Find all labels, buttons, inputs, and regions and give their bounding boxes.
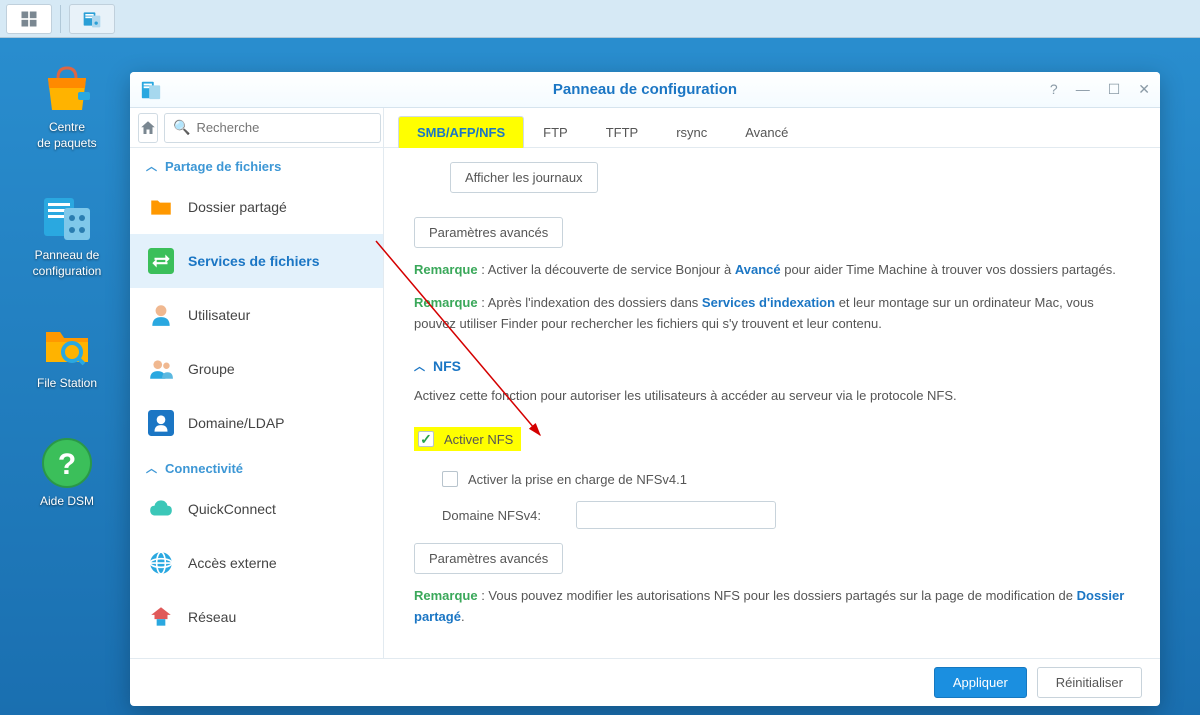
- domain-icon: [148, 410, 174, 436]
- taskbar-main-menu-button[interactable]: [6, 4, 52, 34]
- titlebar[interactable]: Panneau de configuration ? — ☐ ✕: [130, 72, 1160, 108]
- note-1: Remarque : Activer la découverte de serv…: [414, 260, 1130, 281]
- taskbar-control-panel-button[interactable]: [69, 4, 115, 34]
- sidebar-item-label: Groupe: [188, 361, 235, 377]
- enable-nfsv41-checkbox[interactable]: [442, 471, 458, 487]
- section-title: NFS: [433, 358, 461, 374]
- footer: Appliquer Réinitialiser: [130, 658, 1160, 706]
- search-input[interactable]: [196, 120, 372, 135]
- exchange-icon: [148, 248, 174, 274]
- control-panel-window: Panneau de configuration ? — ☐ ✕ 🔍 SMB/A…: [130, 72, 1160, 706]
- sidebar-item-label: Accès externe: [188, 555, 277, 571]
- nfsv4-domain-input[interactable]: [576, 501, 776, 529]
- help-icon: ?: [40, 436, 94, 490]
- minimize-button[interactable]: —: [1076, 81, 1090, 98]
- reset-button[interactable]: Réinitialiser: [1037, 667, 1142, 698]
- toolbar-left: 🔍: [130, 108, 384, 147]
- sidebar-item-label: Réseau: [188, 609, 236, 625]
- network-icon: [148, 604, 174, 630]
- tab-rsync[interactable]: rsync: [657, 116, 726, 148]
- advanced-settings-button-1[interactable]: Paramètres avancés: [414, 217, 563, 248]
- sidebar-item-dhcp-server[interactable]: Serveur DHCP: [130, 644, 383, 658]
- group-icon: [148, 356, 174, 382]
- apply-button[interactable]: Appliquer: [934, 667, 1027, 698]
- sidebar-item-file-services[interactable]: Services de fichiers: [130, 234, 383, 288]
- link-indexing[interactable]: Services d'indexation: [702, 295, 835, 310]
- nfsv4-domain-row: Domaine NFSv4:: [442, 501, 1130, 529]
- sidebar-section-connectivity[interactable]: ︿ Connectivité: [130, 450, 383, 482]
- cloud-icon: [148, 496, 174, 522]
- maximize-button[interactable]: ☐: [1108, 81, 1121, 98]
- note-label: Remarque: [414, 588, 478, 603]
- sidebar-item-network[interactable]: Réseau: [130, 590, 383, 644]
- sidebar-item-label: Utilisateur: [188, 307, 250, 323]
- enable-nfs-checkbox[interactable]: [418, 431, 434, 447]
- note-label: Remarque: [414, 262, 478, 277]
- taskbar-separator: [60, 5, 61, 33]
- control-panel-icon: [40, 190, 94, 244]
- show-logs-button[interactable]: Afficher les journaux: [450, 162, 598, 193]
- checkbox-label: Activer la prise en charge de NFSv4.1: [468, 472, 687, 487]
- enable-nfsv41-row: Activer la prise en charge de NFSv4.1: [442, 467, 1130, 491]
- chevron-up-icon: ︿: [414, 358, 425, 374]
- nfsv4-domain-label: Domaine NFSv4:: [442, 508, 562, 523]
- search-icon: 🔍: [173, 119, 190, 136]
- tab-ftp[interactable]: FTP: [524, 116, 587, 148]
- desktop-icon-label: Aide DSM: [22, 494, 112, 510]
- window-title: Panneau de configuration: [130, 81, 1160, 98]
- content-pane[interactable]: Afficher les journaux Paramètres avancés…: [384, 148, 1160, 658]
- search-field[interactable]: 🔍: [164, 113, 381, 143]
- checkbox-label: Activer NFS: [444, 432, 513, 447]
- tab-advanced[interactable]: Avancé: [726, 116, 807, 148]
- taskbar: [0, 0, 1200, 38]
- home-button[interactable]: [138, 113, 158, 143]
- tabs: SMB/AFP/NFS FTP TFTP rsync Avancé: [384, 108, 1160, 147]
- folder-search-icon: [40, 318, 94, 372]
- nfs-section-header[interactable]: ︿ NFS: [414, 358, 1130, 374]
- sidebar-item-label: Services de fichiers: [188, 253, 320, 269]
- sidebar-item-group[interactable]: Groupe: [130, 342, 383, 396]
- app-icon: [140, 79, 162, 101]
- nfs-description: Activez cette fonction pour autoriser le…: [414, 386, 1130, 407]
- bag-icon: [40, 62, 94, 116]
- link-advanced[interactable]: Avancé: [735, 262, 781, 277]
- toolbar-row: 🔍 SMB/AFP/NFS FTP TFTP rsync Avancé: [130, 108, 1160, 148]
- section-label: Partage de fichiers: [165, 159, 281, 174]
- desktop-icon-label: Centrede paquets: [22, 120, 112, 151]
- sidebar-item-label: Dossier partagé: [188, 199, 287, 215]
- sidebar-item-label: QuickConnect: [188, 501, 276, 517]
- desktop-icon-package-center[interactable]: Centrede paquets: [22, 62, 112, 151]
- sidebar-item-user[interactable]: Utilisateur: [130, 288, 383, 342]
- note-3: Remarque : Vous pouvez modifier les auto…: [414, 586, 1130, 628]
- user-icon: [148, 302, 174, 328]
- desktop-icon-help[interactable]: ? Aide DSM: [22, 436, 112, 510]
- sidebar-item-shared-folder[interactable]: Dossier partagé: [130, 180, 383, 234]
- sidebar-item-external-access[interactable]: Accès externe: [130, 536, 383, 590]
- note-2: Remarque : Après l'indexation des dossie…: [414, 293, 1130, 335]
- sidebar-item-quickconnect[interactable]: QuickConnect: [130, 482, 383, 536]
- sidebar[interactable]: ︿ Partage de fichiers Dossier partagé Se…: [130, 148, 384, 658]
- body-row: ︿ Partage de fichiers Dossier partagé Se…: [130, 148, 1160, 658]
- chevron-up-icon: ︿: [146, 158, 157, 174]
- tab-tftp[interactable]: TFTP: [587, 116, 658, 148]
- sidebar-item-domain-ldap[interactable]: Domaine/LDAP: [130, 396, 383, 450]
- advanced-settings-button-2[interactable]: Paramètres avancés: [414, 543, 563, 574]
- desktop-icon-label: Panneau deconfiguration: [22, 248, 112, 279]
- enable-nfs-row: Activer NFS: [414, 427, 521, 451]
- svg-text:?: ?: [58, 448, 76, 481]
- window-controls: ? — ☐ ✕: [1050, 81, 1150, 98]
- desktop-icon-control-panel[interactable]: Panneau deconfiguration: [22, 190, 112, 279]
- desktop-icon-label: File Station: [22, 376, 112, 392]
- folder-icon: [148, 194, 174, 220]
- sidebar-section-file-sharing[interactable]: ︿ Partage de fichiers: [130, 148, 383, 180]
- sidebar-item-label: Domaine/LDAP: [188, 415, 285, 431]
- section-label: Connectivité: [165, 461, 243, 476]
- desktop-icon-file-station[interactable]: File Station: [22, 318, 112, 392]
- help-button[interactable]: ?: [1050, 81, 1058, 98]
- tab-smb-afp-nfs[interactable]: SMB/AFP/NFS: [398, 116, 524, 148]
- globe-icon: [148, 550, 174, 576]
- close-button[interactable]: ✕: [1138, 81, 1150, 98]
- chevron-up-icon: ︿: [146, 460, 157, 476]
- note-label: Remarque: [414, 295, 478, 310]
